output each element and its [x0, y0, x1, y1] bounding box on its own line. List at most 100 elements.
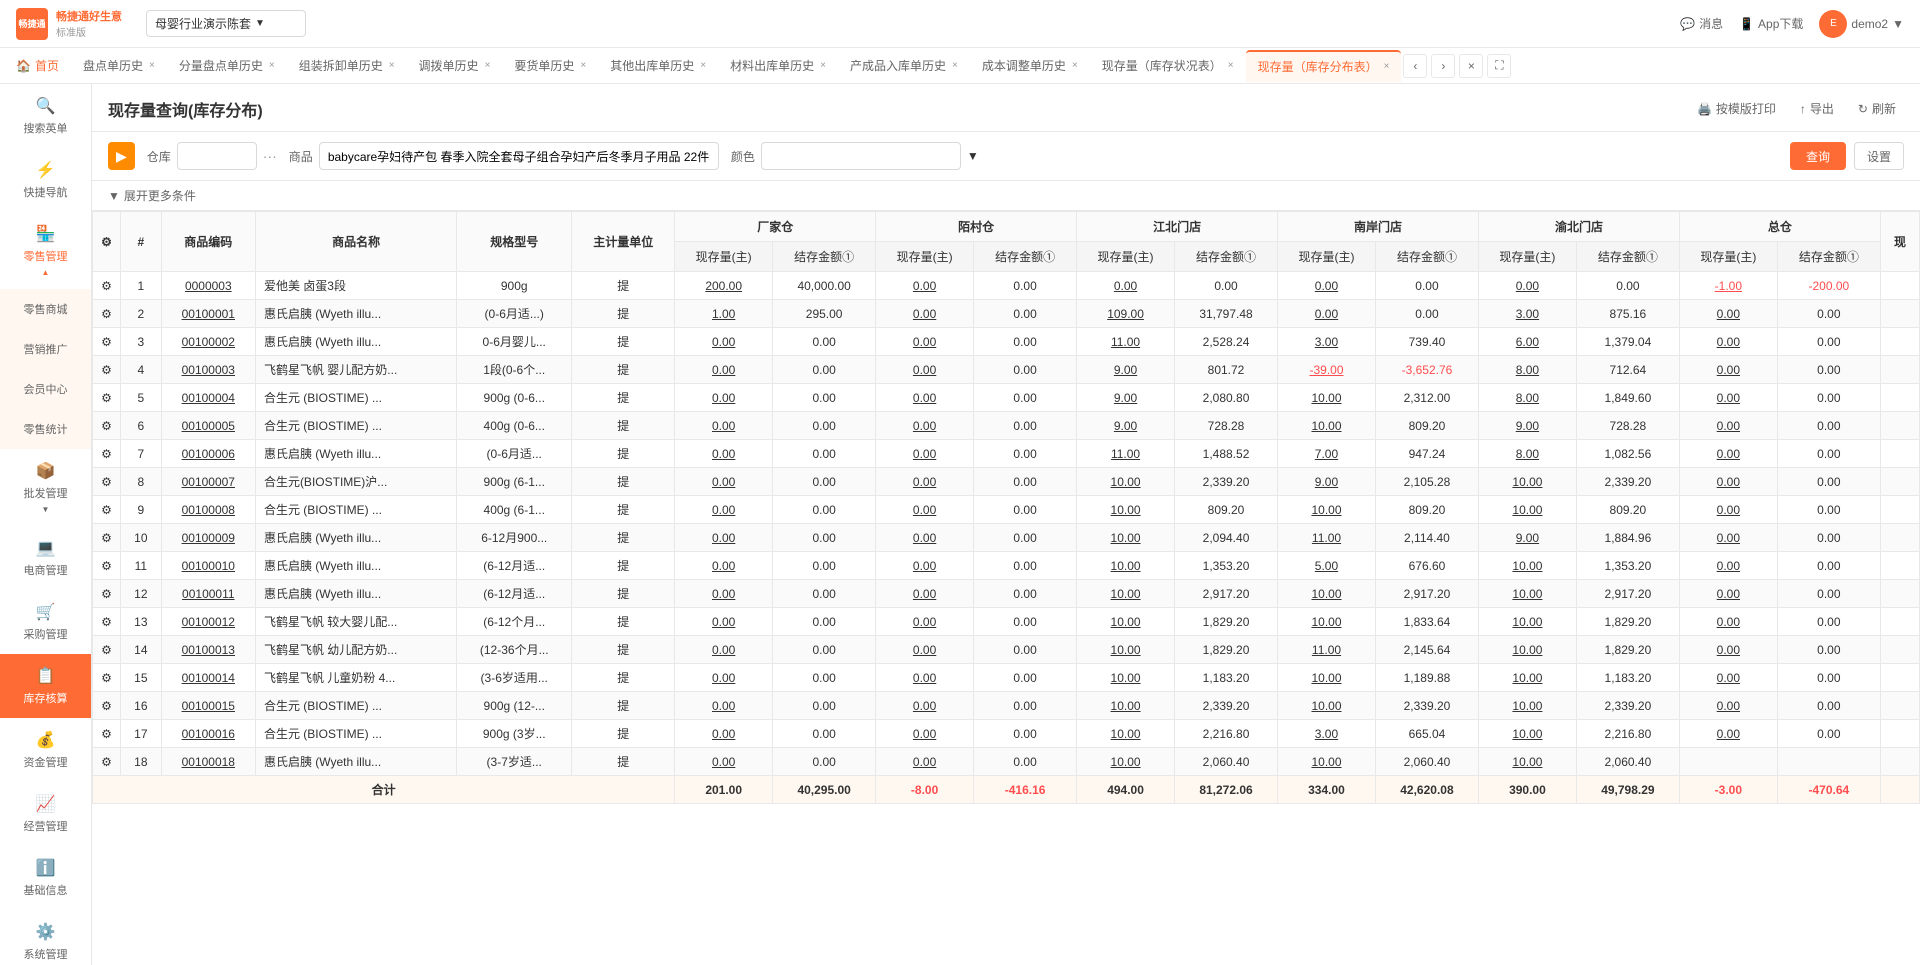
- muc-qty-cell[interactable]: 0.00: [876, 524, 974, 552]
- jb-qty-cell[interactable]: 10.00: [1077, 468, 1175, 496]
- fac-qty-cell[interactable]: 0.00: [675, 748, 773, 776]
- company-selector[interactable]: 母婴行业演示陈套 ▼: [146, 10, 306, 37]
- print-button[interactable]: 🖨️ 按模版打印: [1689, 96, 1784, 121]
- tab-home[interactable]: 🏠 首页: [4, 50, 71, 82]
- na-qty-cell[interactable]: 0.00: [1278, 272, 1376, 300]
- yb-qty-cell[interactable]: 10.00: [1479, 468, 1577, 496]
- fac-qty-cell[interactable]: 0.00: [675, 692, 773, 720]
- jb-qty-cell[interactable]: 10.00: [1077, 720, 1175, 748]
- fac-qty-cell[interactable]: 0.00: [675, 580, 773, 608]
- muc-qty-cell[interactable]: 0.00: [876, 748, 974, 776]
- sidebar-item-search[interactable]: 🔍 搜索英单: [0, 84, 91, 148]
- na-qty-cell[interactable]: 0.00: [1278, 300, 1376, 328]
- settings-cell[interactable]: ⚙: [93, 328, 121, 356]
- jb-qty-cell[interactable]: 10.00: [1077, 748, 1175, 776]
- code-cell[interactable]: 00100014: [161, 664, 255, 692]
- jb-qty-cell[interactable]: 10.00: [1077, 496, 1175, 524]
- yb-qty-cell[interactable]: 9.00: [1479, 524, 1577, 552]
- na-qty-cell[interactable]: 10.00: [1278, 384, 1376, 412]
- fac-qty-cell[interactable]: 0.00: [675, 664, 773, 692]
- sidebar-item-marketing[interactable]: 营销推广: [0, 329, 91, 369]
- code-cell[interactable]: 00100007: [161, 468, 255, 496]
- code-cell[interactable]: 00100008: [161, 496, 255, 524]
- close-icon[interactable]: ×: [389, 60, 395, 71]
- na-qty-cell[interactable]: 10.00: [1278, 664, 1376, 692]
- muc-qty-cell[interactable]: 0.00: [876, 552, 974, 580]
- code-cell[interactable]: 00100011: [161, 580, 255, 608]
- settings-col-header[interactable]: ⚙: [93, 212, 121, 272]
- tab-inventory-check[interactable]: 盘点单历史 ×: [71, 50, 167, 82]
- total-qty-cell[interactable]: 0.00: [1679, 552, 1777, 580]
- user-menu[interactable]: E demo2 ▼: [1819, 10, 1904, 38]
- code-cell[interactable]: 00100009: [161, 524, 255, 552]
- close-icon[interactable]: ×: [269, 60, 275, 71]
- total-qty-cell[interactable]: 0.00: [1679, 468, 1777, 496]
- jb-qty-cell[interactable]: 11.00: [1077, 328, 1175, 356]
- yb-qty-cell[interactable]: 10.00: [1479, 664, 1577, 692]
- close-icon[interactable]: ×: [1072, 60, 1078, 71]
- muc-qty-cell[interactable]: 0.00: [876, 720, 974, 748]
- yb-qty-cell[interactable]: 8.00: [1479, 356, 1577, 384]
- warehouse-input[interactable]: [177, 142, 257, 170]
- color-dropdown-icon[interactable]: ▼: [967, 149, 979, 163]
- tab-material-outbound[interactable]: 材料出库单历史 ×: [718, 50, 838, 82]
- muc-qty-cell[interactable]: 0.00: [876, 412, 974, 440]
- settings-cell[interactable]: ⚙: [93, 692, 121, 720]
- total-qty-cell[interactable]: 0.00: [1679, 328, 1777, 356]
- jb-qty-cell[interactable]: 9.00: [1077, 384, 1175, 412]
- total-qty-cell[interactable]: 0.00: [1679, 580, 1777, 608]
- warehouse-dots-button[interactable]: ···: [263, 148, 277, 164]
- yb-qty-cell[interactable]: 0.00: [1479, 272, 1577, 300]
- goods-input[interactable]: [319, 142, 719, 170]
- settings-cell[interactable]: ⚙: [93, 356, 121, 384]
- yb-qty-cell[interactable]: 10.00: [1479, 692, 1577, 720]
- muc-qty-cell[interactable]: 0.00: [876, 384, 974, 412]
- tab-next-button[interactable]: ›: [1431, 54, 1455, 78]
- sidebar-item-operation[interactable]: 📈 经营管理: [0, 782, 91, 846]
- fac-qty-cell[interactable]: 0.00: [675, 524, 773, 552]
- total-qty-cell[interactable]: -1.00: [1679, 272, 1777, 300]
- total-qty-cell[interactable]: 0.00: [1679, 356, 1777, 384]
- fac-qty-cell[interactable]: 0.00: [675, 720, 773, 748]
- na-qty-cell[interactable]: 7.00: [1278, 440, 1376, 468]
- sidebar-item-retail[interactable]: 🏪 零售管理 ▲: [0, 212, 91, 289]
- fac-qty-cell[interactable]: 1.00: [675, 300, 773, 328]
- code-cell[interactable]: 00100016: [161, 720, 255, 748]
- na-qty-cell[interactable]: 5.00: [1278, 552, 1376, 580]
- close-icon[interactable]: ×: [485, 60, 491, 71]
- fac-qty-cell[interactable]: 0.00: [675, 468, 773, 496]
- tab-finished-inbound[interactable]: 产成品入库单历史 ×: [838, 50, 970, 82]
- yb-qty-cell[interactable]: 10.00: [1479, 552, 1577, 580]
- settings-cell[interactable]: ⚙: [93, 664, 121, 692]
- sidebar-item-member[interactable]: 会员中心: [0, 369, 91, 409]
- sidebar-item-basic[interactable]: ℹ️ 基础信息: [0, 846, 91, 910]
- jb-qty-cell[interactable]: 9.00: [1077, 412, 1175, 440]
- code-cell[interactable]: 00100004: [161, 384, 255, 412]
- na-qty-cell[interactable]: 11.00: [1278, 636, 1376, 664]
- na-qty-cell[interactable]: 3.00: [1278, 720, 1376, 748]
- total-qty-cell[interactable]: 0.00: [1679, 524, 1777, 552]
- fac-qty-cell[interactable]: 0.00: [675, 636, 773, 664]
- tab-transfer[interactable]: 调拨单历史 ×: [407, 50, 503, 82]
- yb-qty-cell[interactable]: 3.00: [1479, 300, 1577, 328]
- na-qty-cell[interactable]: 11.00: [1278, 524, 1376, 552]
- total-qty-cell[interactable]: 0.00: [1679, 384, 1777, 412]
- na-qty-cell[interactable]: 3.00: [1278, 328, 1376, 356]
- app-download-button[interactable]: 📱 App下载: [1739, 15, 1803, 32]
- settings-cell[interactable]: ⚙: [93, 300, 121, 328]
- settings-cell[interactable]: ⚙: [93, 384, 121, 412]
- muc-qty-cell[interactable]: 0.00: [876, 636, 974, 664]
- muc-qty-cell[interactable]: 0.00: [876, 664, 974, 692]
- export-button[interactable]: ↑ 导出: [1792, 96, 1842, 121]
- na-qty-cell[interactable]: 10.00: [1278, 608, 1376, 636]
- settings-cell[interactable]: ⚙: [93, 580, 121, 608]
- fac-qty-cell[interactable]: 200.00: [675, 272, 773, 300]
- close-icon[interactable]: ×: [1384, 61, 1390, 72]
- tab-assemble[interactable]: 组装拆卸单历史 ×: [287, 50, 407, 82]
- jb-qty-cell[interactable]: 10.00: [1077, 524, 1175, 552]
- muc-qty-cell[interactable]: 0.00: [876, 356, 974, 384]
- settings-cell[interactable]: ⚙: [93, 608, 121, 636]
- na-qty-cell[interactable]: 10.00: [1278, 748, 1376, 776]
- settings-cell[interactable]: ⚙: [93, 468, 121, 496]
- yb-qty-cell[interactable]: 6.00: [1479, 328, 1577, 356]
